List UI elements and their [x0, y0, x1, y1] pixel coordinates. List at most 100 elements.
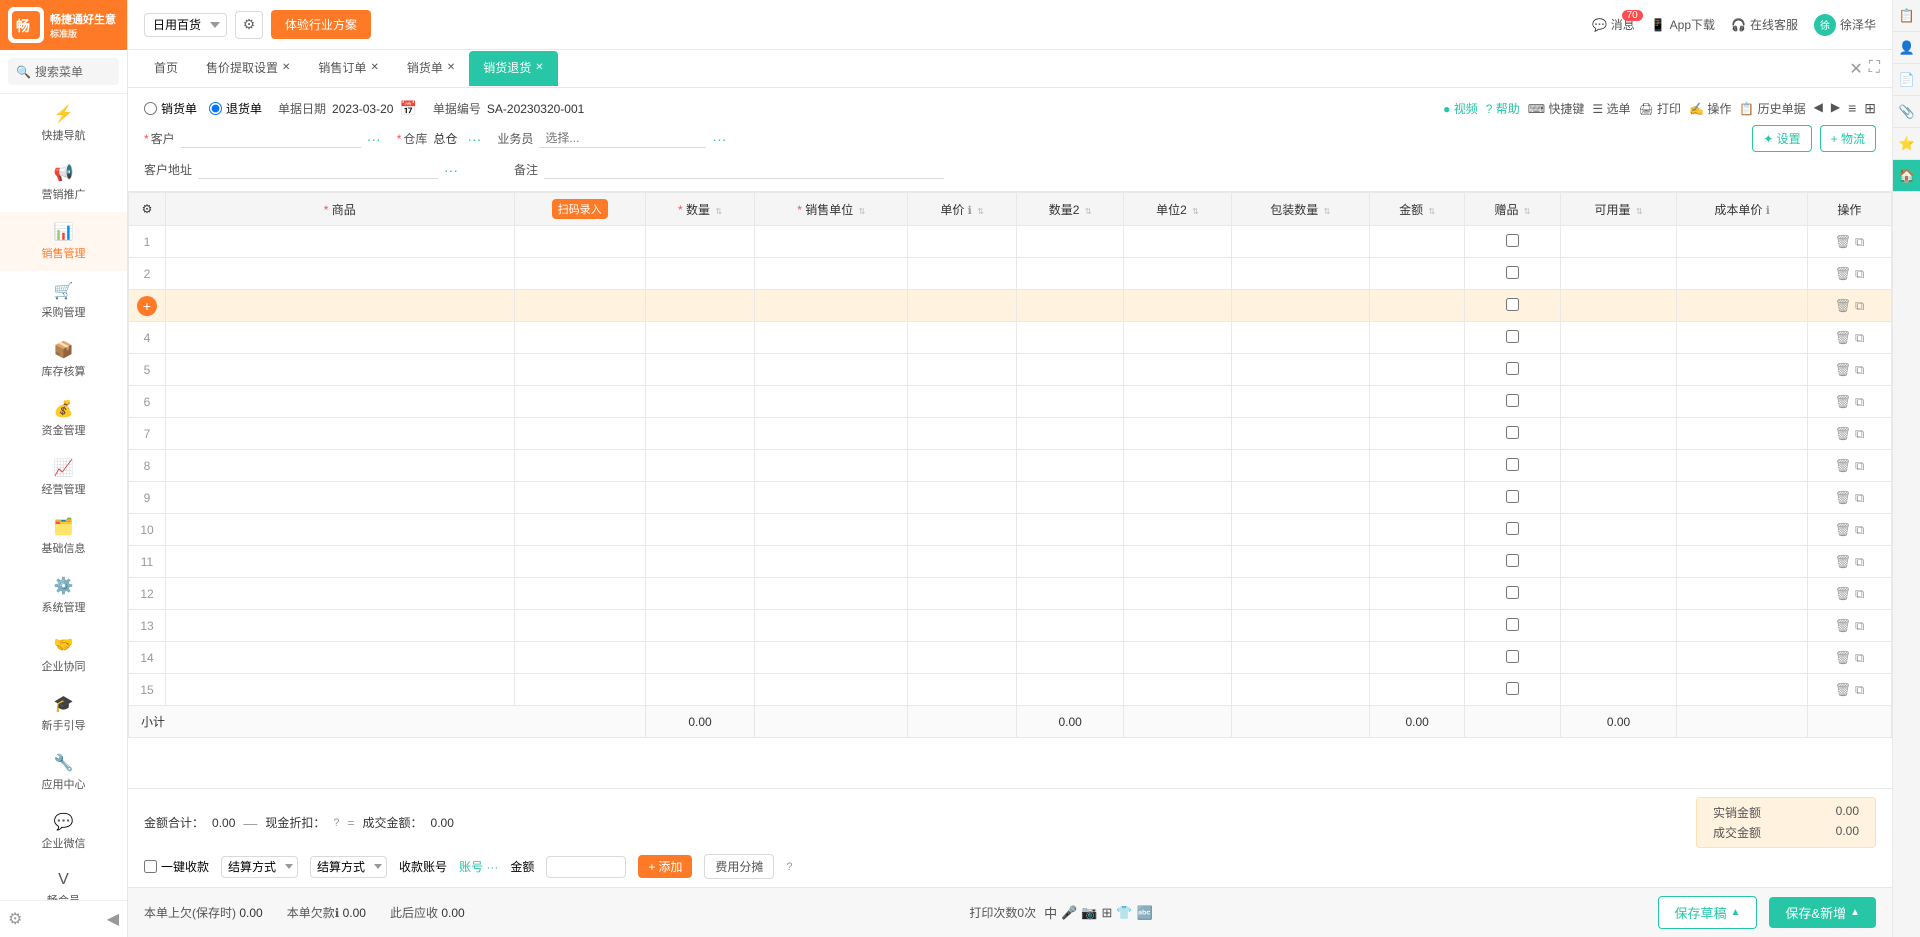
- row-qty-12[interactable]: [645, 578, 755, 610]
- category-select[interactable]: 日用百货: [144, 13, 227, 37]
- row-available-3[interactable]: [1560, 290, 1677, 322]
- payment-amount-input[interactable]: [546, 856, 626, 878]
- row-available-7[interactable]: [1560, 418, 1677, 450]
- row-sales-unit-3[interactable]: [755, 290, 908, 322]
- row-unit-price-2[interactable]: [908, 258, 1017, 290]
- row-gift-3[interactable]: [1465, 290, 1560, 322]
- row-unit2-3[interactable]: [1124, 290, 1231, 322]
- row-gift-5[interactable]: [1465, 354, 1560, 386]
- row-sales-unit-13[interactable]: [755, 610, 908, 642]
- sidebar-item-operation[interactable]: 📈 经营管理: [0, 448, 127, 507]
- row-unit2-13[interactable]: [1124, 610, 1231, 642]
- row-available-4[interactable]: [1560, 322, 1677, 354]
- row-sales-unit-10[interactable]: [755, 514, 908, 546]
- row-pack-qty-3[interactable]: [1231, 290, 1369, 322]
- sidebar-item-apps[interactable]: 🔧 应用中心: [0, 743, 127, 802]
- row-qty-3[interactable]: [645, 290, 755, 322]
- row-amount-2[interactable]: [1370, 258, 1465, 290]
- row-cost-price-4[interactable]: [1677, 322, 1807, 354]
- row-pack-qty-11[interactable]: [1231, 546, 1369, 578]
- copy-row-15[interactable]: ⧉: [1855, 682, 1864, 698]
- copy-row-7[interactable]: ⧉: [1855, 426, 1864, 442]
- row-qty2-1[interactable]: [1017, 226, 1124, 258]
- copy-row-10[interactable]: ⧉: [1855, 522, 1864, 538]
- tab-close-all-icon[interactable]: ✕: [1849, 59, 1862, 79]
- add-row-button[interactable]: +: [137, 296, 157, 316]
- row-unit-price-5[interactable]: [908, 354, 1017, 386]
- row-product-3[interactable]: [166, 290, 515, 322]
- row-sales-unit-12[interactable]: [755, 578, 908, 610]
- row-pack-qty-7[interactable]: [1231, 418, 1369, 450]
- row-sales-unit-14[interactable]: [755, 642, 908, 674]
- remark-input[interactable]: [544, 160, 944, 179]
- row-gift-12[interactable]: [1465, 578, 1560, 610]
- row-product-13[interactable]: [166, 610, 515, 642]
- prev-record-icon[interactable]: ◀: [1814, 100, 1823, 117]
- row-unit2-14[interactable]: [1124, 642, 1231, 674]
- copy-row-13[interactable]: ⧉: [1855, 618, 1864, 634]
- row-available-1[interactable]: [1560, 226, 1677, 258]
- delete-row-9[interactable]: 🗑: [1834, 490, 1851, 506]
- row-amount-4[interactable]: [1370, 322, 1465, 354]
- row-cost-price-10[interactable]: [1677, 514, 1807, 546]
- row-gift-15[interactable]: [1465, 674, 1560, 706]
- row-unit2-5[interactable]: [1124, 354, 1231, 386]
- delete-row-3[interactable]: 🗑: [1834, 298, 1851, 314]
- row-unit-price-4[interactable]: [908, 322, 1017, 354]
- one-click-payment-checkbox[interactable]: 一键收款: [144, 858, 209, 875]
- product-input-3[interactable]: [174, 298, 506, 313]
- copy-row-8[interactable]: ⧉: [1855, 458, 1864, 474]
- delete-row-1[interactable]: 🗑: [1834, 234, 1851, 250]
- row-product-1[interactable]: [166, 226, 515, 258]
- row-unit-price-14[interactable]: [908, 642, 1017, 674]
- tab-price-settings-close[interactable]: ✕: [282, 62, 290, 73]
- row-cost-price-11[interactable]: [1677, 546, 1807, 578]
- row-pack-qty-8[interactable]: [1231, 450, 1369, 482]
- sidebar-item-vip[interactable]: V 畅会员: [0, 861, 127, 900]
- row-amount-7[interactable]: [1370, 418, 1465, 450]
- row-pack-qty-12[interactable]: [1231, 578, 1369, 610]
- row-product-2[interactable]: [166, 258, 515, 290]
- row-unit-price-3[interactable]: [908, 290, 1017, 322]
- radio-return-input[interactable]: [209, 102, 222, 115]
- row-product-7[interactable]: [166, 418, 515, 450]
- row-unit2-11[interactable]: [1124, 546, 1231, 578]
- copy-row-2[interactable]: ⧉: [1855, 266, 1864, 282]
- col-header-gear[interactable]: ⚙: [129, 193, 166, 226]
- delete-row-4[interactable]: 🗑: [1834, 330, 1851, 346]
- row-cost-price-5[interactable]: [1677, 354, 1807, 386]
- row-qty2-14[interactable]: [1017, 642, 1124, 674]
- row-sales-unit-9[interactable]: [755, 482, 908, 514]
- gift-checkbox-12[interactable]: [1506, 586, 1519, 599]
- row-product-12[interactable]: [166, 578, 515, 610]
- row-unit2-10[interactable]: [1124, 514, 1231, 546]
- row-available-10[interactable]: [1560, 514, 1677, 546]
- row-unit2-12[interactable]: [1124, 578, 1231, 610]
- row-unit-price-11[interactable]: [908, 546, 1017, 578]
- right-bar-item-5[interactable]: ⭐: [1893, 128, 1920, 160]
- scan-input-button[interactable]: 扫码录入: [552, 199, 608, 219]
- row-qty2-10[interactable]: [1017, 514, 1124, 546]
- radio-sales-input[interactable]: [144, 102, 157, 115]
- row-pack-qty-14[interactable]: [1231, 642, 1369, 674]
- row-unit-price-7[interactable]: [908, 418, 1017, 450]
- delete-row-14[interactable]: 🗑: [1834, 650, 1851, 666]
- row-amount-9[interactable]: [1370, 482, 1465, 514]
- row-available-5[interactable]: [1560, 354, 1677, 386]
- copy-row-5[interactable]: ⧉: [1855, 362, 1864, 378]
- copy-row-6[interactable]: ⧉: [1855, 394, 1864, 410]
- delete-row-15[interactable]: 🗑: [1834, 682, 1851, 698]
- row-qty-9[interactable]: [645, 482, 755, 514]
- tab-sales-return-close[interactable]: ✕: [535, 62, 543, 73]
- row-gift-1[interactable]: [1465, 226, 1560, 258]
- row-sales-unit-11[interactable]: [755, 546, 908, 578]
- copy-row-9[interactable]: ⧉: [1855, 490, 1864, 506]
- row-product-10[interactable]: [166, 514, 515, 546]
- row-qty2-7[interactable]: [1017, 418, 1124, 450]
- row-available-13[interactable]: [1560, 610, 1677, 642]
- radio-sales-delivery[interactable]: 销货单: [144, 100, 197, 117]
- one-click-payment-input[interactable]: [144, 860, 157, 873]
- row-pack-qty-6[interactable]: [1231, 386, 1369, 418]
- row-amount-5[interactable]: [1370, 354, 1465, 386]
- copy-row-3[interactable]: ⧉: [1855, 298, 1864, 314]
